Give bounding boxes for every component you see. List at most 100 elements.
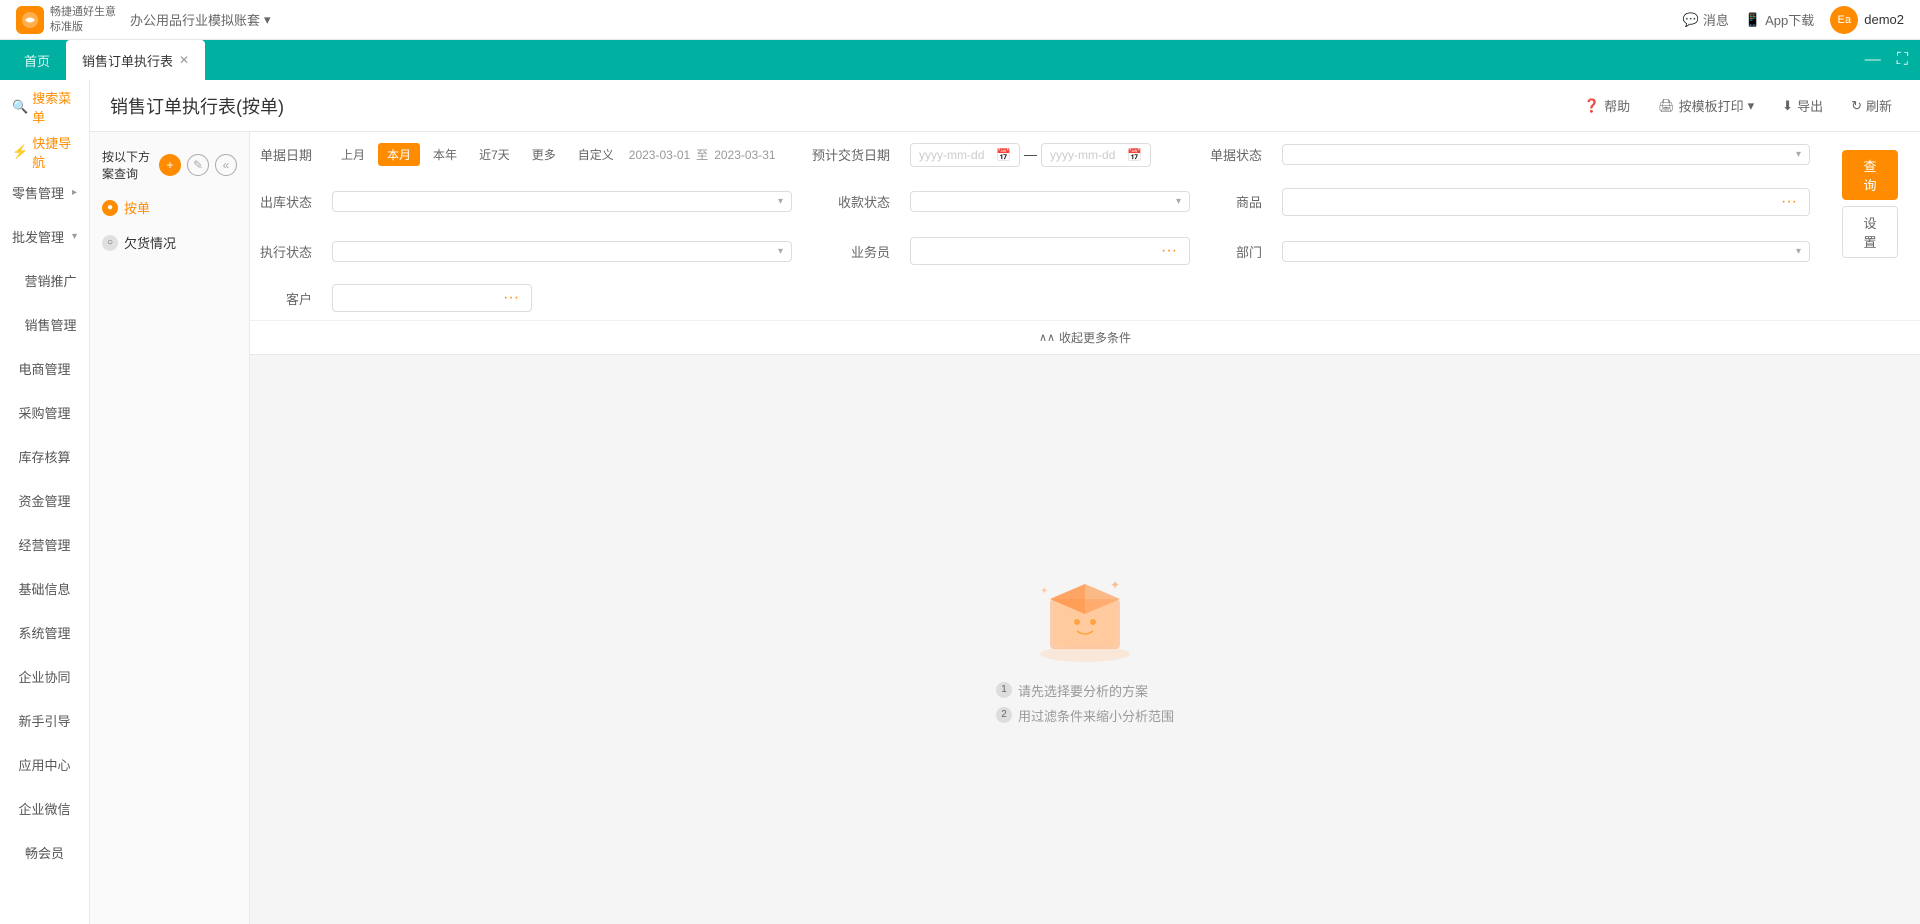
topbar-left: 畅捷通好生意 标准版 办公用品行业模拟账套 ▾ bbox=[16, 5, 277, 34]
page-title: 销售订单执行表(按单) bbox=[110, 93, 284, 119]
logo: 畅捷通好生意 标准版 bbox=[16, 5, 116, 34]
exec-status-select[interactable]: ▾ bbox=[332, 241, 792, 262]
tab-home[interactable]: 首页 bbox=[8, 40, 66, 80]
user-section[interactable]: Ea demo2 bbox=[1830, 6, 1904, 34]
empty-state: ✦ ✦ 1 bbox=[996, 549, 1174, 731]
content-wrapper: 按以下方案查询 + ✎ « ● 按单 ○ 欠货情况 bbox=[90, 132, 1920, 924]
sidebar-item-app-center[interactable]: 应用中心 bbox=[0, 742, 89, 786]
refresh-icon: ↻ bbox=[1851, 98, 1862, 114]
logo-icon bbox=[16, 6, 44, 34]
sidebar-item-wholesale[interactable]: 批发管理 ▾ bbox=[0, 214, 89, 258]
refresh-button[interactable]: ↻ 刷新 bbox=[1843, 92, 1900, 119]
export-icon: ⬇ bbox=[1782, 98, 1793, 114]
tab-close-icon[interactable]: ✕ bbox=[179, 54, 189, 66]
svg-text:✦: ✦ bbox=[1040, 586, 1048, 597]
warehouse-status-label: 出库状态 bbox=[260, 195, 312, 210]
sidebar-item-newbie[interactable]: 新手引导 bbox=[0, 698, 89, 742]
salesperson-select[interactable]: ··· bbox=[910, 237, 1190, 265]
chevron-right-icon: ▸ bbox=[72, 187, 77, 198]
download-icon: 📱 bbox=[1745, 12, 1761, 28]
sidebar-item-inventory[interactable]: 库存核算 bbox=[0, 434, 89, 478]
empty-hint-1: 1 请先选择要分析的方案 bbox=[996, 681, 1174, 700]
sidebar-item-retail[interactable]: 零售管理 ▸ bbox=[0, 170, 89, 214]
order-status-select[interactable]: ▾ bbox=[1282, 144, 1810, 165]
topbar: 畅捷通好生意 标准版 办公用品行业模拟账套 ▾ 💬 消息 📱 App下载 Ea … bbox=[0, 0, 1920, 40]
empty-hint-2: 2 用过滤条件来缩小分析范围 bbox=[996, 706, 1174, 725]
sidebar-item-enterprise-wechat[interactable]: 企业微信 bbox=[0, 786, 89, 830]
app-selector[interactable]: 办公用品行业模拟账套 ▾ bbox=[124, 8, 277, 31]
date-btn-last-7-days[interactable]: 近7天 bbox=[470, 143, 519, 166]
chevron-down-icon: ▾ bbox=[1796, 149, 1801, 160]
empty-illustration: ✦ ✦ bbox=[1025, 549, 1145, 669]
print-button[interactable]: 🖨 按模板打印 ▾ bbox=[1650, 92, 1762, 119]
sidebar-item-sales-mgmt[interactable]: 销售管理 bbox=[0, 302, 89, 346]
nav-icon: ⚡ bbox=[12, 144, 28, 160]
calendar-icon: 📅 bbox=[996, 148, 1011, 162]
collection-status-label: 收款状态 bbox=[838, 195, 890, 210]
sidebar-item-member[interactable]: 畅会员 bbox=[0, 830, 89, 874]
message-action[interactable]: 💬 消息 bbox=[1683, 10, 1729, 29]
help-button[interactable]: ❓ 帮助 bbox=[1576, 92, 1638, 119]
username: demo2 bbox=[1864, 12, 1904, 27]
collapse-bar[interactable]: ∧∧ 收起更多条件 bbox=[250, 320, 1920, 354]
chevron-down-icon: ▾ bbox=[1748, 98, 1755, 114]
sidebar-quick-nav[interactable]: ⚡ 快捷导航 bbox=[0, 134, 89, 170]
content-area: 销售订单执行表(按单) ❓ 帮助 🖨 按模板打印 ▾ ⬇ 导出 ↻ 刷新 bbox=[90, 80, 1920, 924]
sidebar-item-system[interactable]: 系统管理 bbox=[0, 610, 89, 654]
add-scheme-button[interactable]: + bbox=[159, 154, 181, 176]
sidebar-item-operations[interactable]: 经营管理 bbox=[0, 522, 89, 566]
chevron-down-icon: ▾ bbox=[72, 231, 77, 242]
export-button[interactable]: ⬇ 导出 bbox=[1774, 92, 1831, 119]
salesperson-label: 业务员 bbox=[851, 245, 890, 260]
panel-item-by-order[interactable]: ● 按单 bbox=[90, 190, 249, 225]
date-field-label: 单据日期 bbox=[260, 148, 312, 163]
dept-label: 部门 bbox=[1236, 245, 1262, 260]
sidebar: 🔍 搜索菜单 ⚡ 快捷导航 零售管理 ▸ 批发管理 ▾ 营销推广 销售管理 电商… bbox=[0, 80, 90, 924]
collapse-panel-button[interactable]: « bbox=[215, 154, 237, 176]
exec-status-label: 执行状态 bbox=[260, 245, 312, 260]
page-actions: ❓ 帮助 🖨 按模板打印 ▾ ⬇ 导出 ↻ 刷新 bbox=[1576, 92, 1900, 119]
left-panel: 按以下方案查询 + ✎ « ● 按单 ○ 欠货情况 bbox=[90, 132, 250, 924]
date-btn-last-month[interactable]: 上月 bbox=[332, 143, 374, 166]
active-dot: ● bbox=[102, 200, 118, 216]
customer-label: 客户 bbox=[286, 292, 312, 307]
help-icon: ❓ bbox=[1584, 98, 1600, 114]
chevron-down-icon: ▾ bbox=[264, 12, 271, 28]
sidebar-item-ecommerce[interactable]: 电商管理 bbox=[0, 346, 89, 390]
settings-button[interactable]: 设置 bbox=[1842, 206, 1898, 258]
expected-date-start-input[interactable]: yyyy-mm-dd 📅 bbox=[910, 143, 1020, 167]
dept-select[interactable]: ▾ bbox=[1282, 241, 1810, 262]
left-panel-header: 按以下方案查询 + ✎ « bbox=[90, 140, 249, 190]
expected-date-controls: yyyy-mm-dd 📅 — yyyy-mm-dd 📅 bbox=[910, 143, 1190, 167]
maximize-icon[interactable]: ⛶ bbox=[1893, 47, 1912, 73]
query-button[interactable]: 查询 bbox=[1842, 150, 1898, 200]
sidebar-item-marketing[interactable]: 营销推广 bbox=[0, 258, 89, 302]
collection-status-select[interactable]: ▾ bbox=[910, 191, 1190, 212]
sidebar-search[interactable]: 🔍 搜索菜单 bbox=[0, 80, 89, 134]
date-range-display: 2023-03-01 至 2023-03-31 bbox=[629, 146, 776, 163]
minimize-icon[interactable]: — bbox=[1861, 47, 1885, 73]
chevron-down-icon: ▾ bbox=[1176, 196, 1181, 207]
date-btn-this-year[interactable]: 本年 bbox=[424, 143, 466, 166]
right-content: 单据日期 上月 本月 本年 近7天 更多 bbox=[250, 132, 1920, 924]
date-btn-more[interactable]: 更多 bbox=[523, 143, 565, 166]
customer-select[interactable]: ··· bbox=[332, 284, 532, 312]
main-layout: 🔍 搜索菜单 ⚡ 快捷导航 零售管理 ▸ 批发管理 ▾ 营销推广 销售管理 电商… bbox=[0, 80, 1920, 924]
download-action[interactable]: 📱 App下载 bbox=[1745, 10, 1814, 29]
sidebar-item-basic-info[interactable]: 基础信息 bbox=[0, 566, 89, 610]
product-select[interactable]: ··· bbox=[1282, 188, 1810, 216]
expected-date-end-input[interactable]: yyyy-mm-dd 📅 bbox=[1041, 143, 1151, 167]
more-icon: ··· bbox=[1157, 242, 1181, 260]
collapse-icon: ∧∧ bbox=[1039, 331, 1055, 344]
date-btn-this-month[interactable]: 本月 bbox=[378, 143, 420, 166]
expected-date-label: 预计交货日期 bbox=[812, 148, 890, 163]
sidebar-item-purchase[interactable]: 采购管理 bbox=[0, 390, 89, 434]
date-btn-custom[interactable]: 自定义 bbox=[569, 143, 623, 166]
sidebar-item-enterprise-collab[interactable]: 企业协同 bbox=[0, 654, 89, 698]
sidebar-item-finance[interactable]: 资金管理 bbox=[0, 478, 89, 522]
tab-sales-order-exec[interactable]: 销售订单执行表 ✕ bbox=[66, 40, 205, 80]
panel-item-backorder[interactable]: ○ 欠货情况 bbox=[90, 225, 249, 260]
edit-scheme-button[interactable]: ✎ bbox=[187, 154, 209, 176]
main-content: ✦ ✦ 1 bbox=[250, 355, 1920, 924]
warehouse-status-select[interactable]: ▾ bbox=[332, 191, 792, 212]
